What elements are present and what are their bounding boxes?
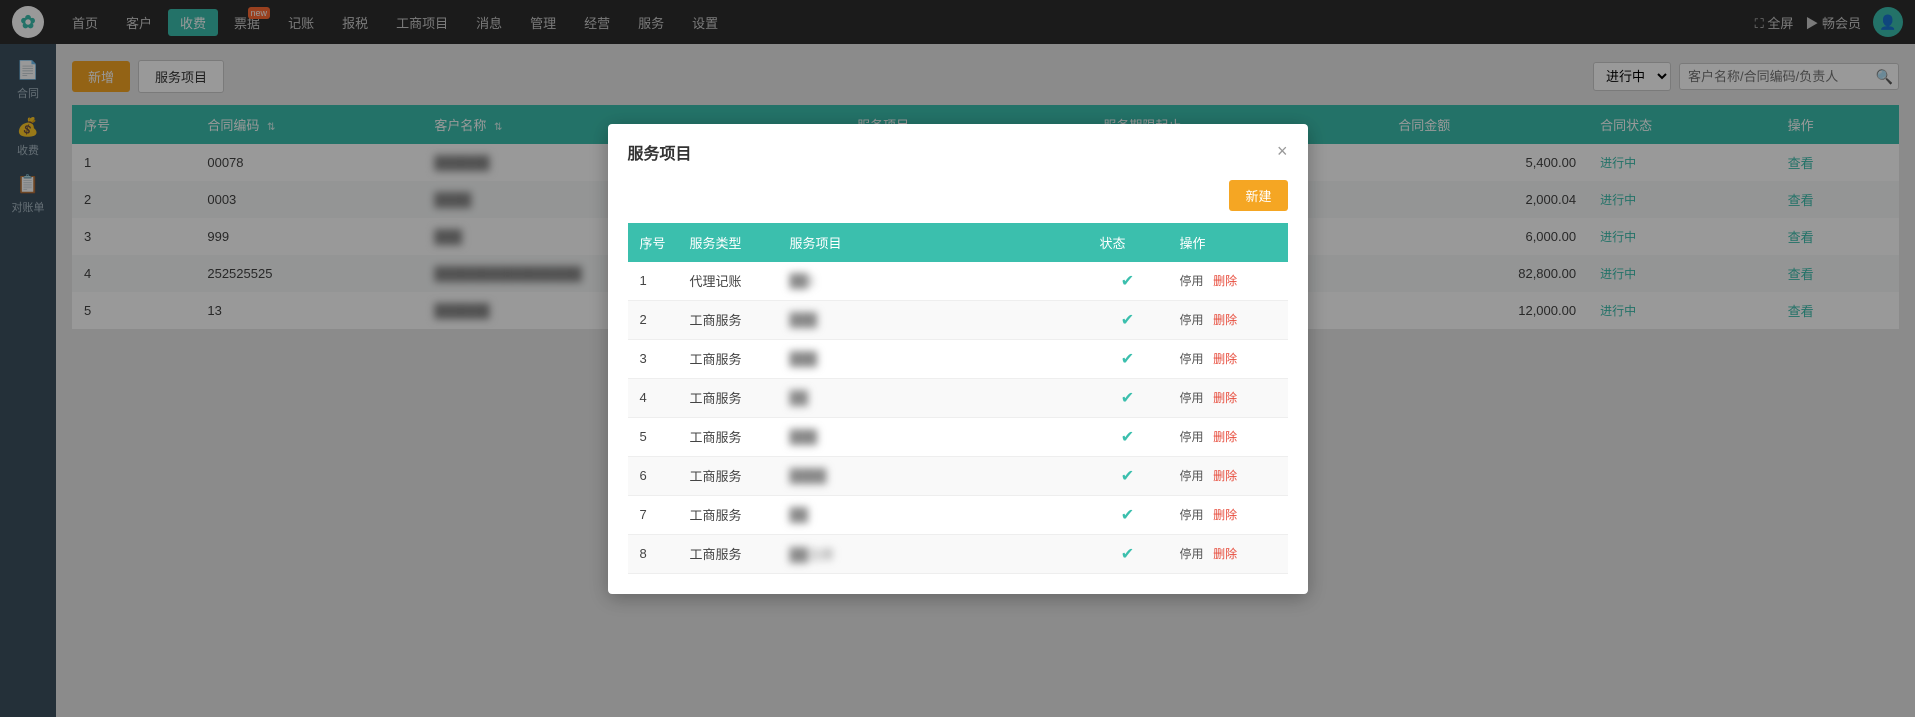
modal-cell-type: 工商服务 (678, 339, 778, 378)
stop-button[interactable]: 停用 (1180, 313, 1204, 327)
modal-table-row: 4 工商服务 ██ ✔ 停用 删除 (628, 378, 1288, 417)
stop-button[interactable]: 停用 (1180, 469, 1204, 483)
status-check-icon: ✔ (1121, 390, 1134, 407)
modal-cell-seq: 3 (628, 339, 678, 378)
modal-cell-action: 停用 删除 (1168, 339, 1288, 378)
delete-button[interactable]: 删除 (1213, 391, 1237, 405)
status-check-icon: ✔ (1121, 468, 1134, 485)
stop-button[interactable]: 停用 (1180, 352, 1204, 366)
modal-col-status: 状态 (1088, 223, 1168, 262)
modal-cell-action: 停用 删除 (1168, 378, 1288, 417)
modal-cell-seq: 4 (628, 378, 678, 417)
delete-button[interactable]: 删除 (1213, 313, 1237, 327)
modal-cell-status: ✔ (1088, 495, 1168, 534)
modal-cell-action: 停用 删除 (1168, 456, 1288, 495)
modal-table-row: 8 工商服务 ██注册 ✔ 停用 删除 (628, 534, 1288, 573)
modal-cell-seq: 6 (628, 456, 678, 495)
status-check-icon: ✔ (1121, 351, 1134, 368)
modal-overlay[interactable]: 服务项目 × 新建 序号 服务类型 服务项目 状态 操作 1 (0, 0, 1915, 717)
status-check-icon: ✔ (1121, 546, 1134, 563)
modal-toolbar: 新建 (608, 172, 1308, 223)
modal-cell-status: ✔ (1088, 339, 1168, 378)
modal-cell-type: 工商服务 (678, 456, 778, 495)
modal-cell-status: ✔ (1088, 262, 1168, 301)
modal-cell-seq: 8 (628, 534, 678, 573)
modal-cell-status: ✔ (1088, 456, 1168, 495)
service-items-table: 序号 服务类型 服务项目 状态 操作 1 代理记账 ██1 ✔ 停用 删除 (628, 223, 1288, 574)
modal-cell-seq: 2 (628, 300, 678, 339)
modal-table-row: 6 工商服务 ████ ✔ 停用 删除 (628, 456, 1288, 495)
modal-header: 服务项目 × (608, 124, 1308, 172)
stop-button[interactable]: 停用 (1180, 547, 1204, 561)
modal-cell-action: 停用 删除 (1168, 495, 1288, 534)
modal-close-button[interactable]: × (1277, 141, 1288, 162)
modal-cell-status: ✔ (1088, 534, 1168, 573)
delete-button[interactable]: 删除 (1213, 547, 1237, 561)
modal-table-row: 2 工商服务 ███ ✔ 停用 删除 (628, 300, 1288, 339)
modal-cell-seq: 5 (628, 417, 678, 456)
modal-body: 序号 服务类型 服务项目 状态 操作 1 代理记账 ██1 ✔ 停用 删除 (608, 223, 1308, 594)
modal-col-action: 操作 (1168, 223, 1288, 262)
stop-button[interactable]: 停用 (1180, 508, 1204, 522)
modal-cell-item: ██ (778, 495, 1088, 534)
modal-cell-action: 停用 删除 (1168, 262, 1288, 301)
modal-cell-item: ██注册 (778, 534, 1088, 573)
modal-cell-item: ██1 (778, 262, 1088, 301)
modal-cell-type: 工商服务 (678, 534, 778, 573)
modal-cell-type: 工商服务 (678, 378, 778, 417)
modal-cell-action: 停用 删除 (1168, 417, 1288, 456)
modal-cell-type: 工商服务 (678, 300, 778, 339)
modal-cell-item: ████ (778, 456, 1088, 495)
modal-cell-status: ✔ (1088, 300, 1168, 339)
status-check-icon: ✔ (1121, 429, 1134, 446)
modal-cell-type: 代理记账 (678, 262, 778, 301)
modal-table-row: 1 代理记账 ██1 ✔ 停用 删除 (628, 262, 1288, 301)
modal-cell-item: ███ (778, 417, 1088, 456)
modal-table-header: 序号 服务类型 服务项目 状态 操作 (628, 223, 1288, 262)
modal-new-button[interactable]: 新建 (1229, 180, 1287, 211)
modal-table-body: 1 代理记账 ██1 ✔ 停用 删除 2 工商服务 ███ ✔ 停用 删除 3 … (628, 262, 1288, 574)
status-check-icon: ✔ (1121, 273, 1134, 290)
stop-button[interactable]: 停用 (1180, 391, 1204, 405)
modal-cell-type: 工商服务 (678, 495, 778, 534)
delete-button[interactable]: 删除 (1213, 430, 1237, 444)
modal-col-type: 服务类型 (678, 223, 778, 262)
modal-cell-item: ███ (778, 339, 1088, 378)
delete-button[interactable]: 删除 (1213, 352, 1237, 366)
modal-table-row: 7 工商服务 ██ ✔ 停用 删除 (628, 495, 1288, 534)
modal-cell-seq: 7 (628, 495, 678, 534)
modal-dialog: 服务项目 × 新建 序号 服务类型 服务项目 状态 操作 1 (608, 124, 1308, 594)
modal-table-row: 5 工商服务 ███ ✔ 停用 删除 (628, 417, 1288, 456)
modal-col-item: 服务项目 (778, 223, 1088, 262)
status-check-icon: ✔ (1121, 507, 1134, 524)
modal-cell-seq: 1 (628, 262, 678, 301)
delete-button[interactable]: 删除 (1213, 469, 1237, 483)
delete-button[interactable]: 删除 (1213, 508, 1237, 522)
modal-cell-type: 工商服务 (678, 417, 778, 456)
delete-button[interactable]: 删除 (1213, 274, 1237, 288)
stop-button[interactable]: 停用 (1180, 274, 1204, 288)
modal-title: 服务项目 (628, 140, 692, 164)
modal-cell-status: ✔ (1088, 417, 1168, 456)
modal-cell-action: 停用 删除 (1168, 300, 1288, 339)
modal-table-row: 3 工商服务 ███ ✔ 停用 删除 (628, 339, 1288, 378)
modal-col-seq: 序号 (628, 223, 678, 262)
modal-cell-action: 停用 删除 (1168, 534, 1288, 573)
modal-cell-status: ✔ (1088, 378, 1168, 417)
status-check-icon: ✔ (1121, 312, 1134, 329)
modal-cell-item: ███ (778, 300, 1088, 339)
stop-button[interactable]: 停用 (1180, 430, 1204, 444)
modal-cell-item: ██ (778, 378, 1088, 417)
